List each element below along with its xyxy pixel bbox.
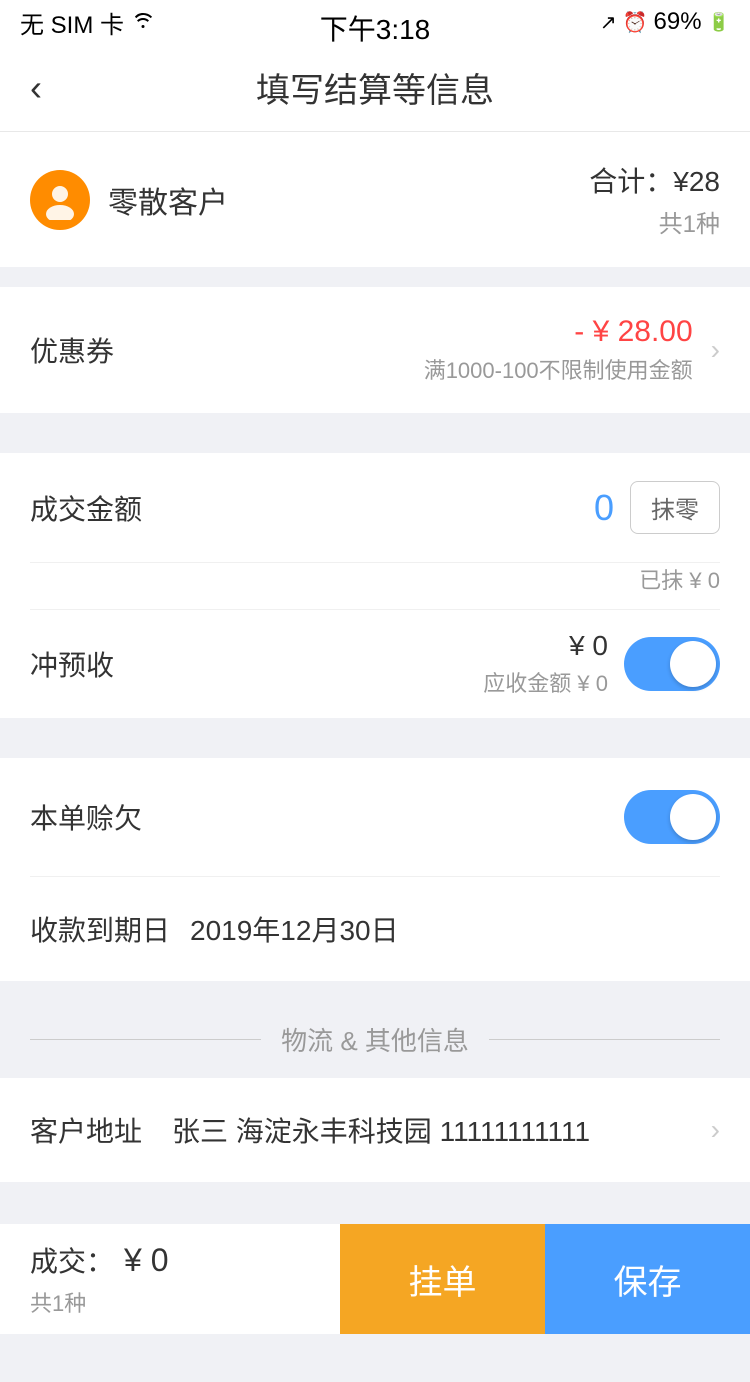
bottom-bar: 成交： ¥ 0 共1种 挂单 保存 [0, 1224, 750, 1334]
prepay-section: 冲预收 ¥ 0 应收金额 ¥ 0 [0, 609, 750, 718]
due-date-value: 2019年12月30日 [190, 909, 399, 949]
due-date-row: 收款到期日 2019年12月30日 [30, 876, 720, 981]
transaction-label: 成交金额 [30, 488, 142, 528]
round-button[interactable]: 抹零 [630, 481, 720, 534]
coupon-section[interactable]: 优惠券 - ¥ 28.00 满1000-100不限制使用金额 › [0, 287, 750, 413]
status-left: 无 SIM 卡 [20, 5, 154, 40]
total-count: 共1种 [589, 204, 720, 239]
debt-label: 本单赊欠 [30, 797, 142, 837]
avatar [30, 170, 90, 230]
coupon-desc: 满1000-100不限制使用金额 [424, 353, 693, 385]
address-chevron-icon: › [711, 1114, 720, 1146]
summary-amount: ¥ 0 [124, 1242, 168, 1279]
divider-line-left [30, 1039, 261, 1040]
status-time: 下午3:18 [320, 8, 431, 48]
prepay-toggle[interactable] [624, 637, 720, 691]
already-rounded: 已抹 ¥ 0 [30, 563, 720, 609]
toggle-knob [670, 641, 716, 687]
total-amount: 合计：¥28 [589, 160, 720, 200]
customer-info: 零散客户 [30, 170, 228, 230]
debt-toggle[interactable] [624, 790, 720, 844]
coupon-right: - ¥ 28.00 满1000-100不限制使用金额 › [424, 315, 720, 385]
summary-count: 共1种 [30, 1286, 310, 1318]
hold-button[interactable]: 挂单 [340, 1224, 545, 1334]
carrier-label: 无 SIM 卡 [20, 5, 124, 40]
debt-row: 本单赊欠 [30, 758, 720, 876]
coupon-discount: - ¥ 28.00 [424, 315, 693, 349]
due-date-section: 收款到期日 2019年12月30日 [0, 876, 750, 981]
divider-line-right [489, 1039, 720, 1040]
bottom-summary: 成交： ¥ 0 共1种 [0, 1240, 340, 1318]
summary-label: 成交： [30, 1240, 114, 1280]
customer-row: 零散客户 合计：¥28 共1种 [0, 132, 750, 267]
prepay-row: 冲预收 ¥ 0 应收金额 ¥ 0 [30, 609, 720, 718]
status-right: ↗ ⏰ 69% 🔋 [600, 8, 730, 36]
customer-total: 合计：¥28 共1种 [589, 160, 720, 239]
coupon-row[interactable]: 优惠券 - ¥ 28.00 满1000-100不限制使用金额 › [0, 287, 750, 413]
transaction-row: 成交金额 0 抹零 [30, 453, 720, 563]
logistics-text: 物流 & 其他信息 [281, 1021, 469, 1058]
logistics-divider: 物流 & 其他信息 [0, 1001, 750, 1078]
status-bar: 无 SIM 卡 下午3:18 ↗ ⏰ 69% 🔋 [0, 0, 750, 44]
address-label: 客户地址 [30, 1110, 142, 1150]
address-value: 张三 海淀永丰科技园 11111111111 [172, 1110, 703, 1150]
address-row[interactable]: 客户地址 张三 海淀永丰科技园 11111111111 › [30, 1078, 720, 1182]
prepay-amounts: ¥ 0 应收金额 ¥ 0 [483, 630, 608, 698]
prepay-label: 冲预收 [30, 644, 114, 684]
back-button[interactable]: ‹ [30, 67, 42, 109]
customer-section: 零散客户 合计：¥28 共1种 [0, 132, 750, 267]
debt-section: 本单赊欠 [0, 758, 750, 876]
due-date-label: 收款到期日 [30, 909, 170, 949]
save-button[interactable]: 保存 [545, 1224, 750, 1334]
wifi-icon [132, 8, 154, 36]
transaction-right: 0 抹零 [594, 481, 720, 534]
customer-name: 零散客户 [108, 178, 228, 222]
prepay-receivable: 应收金额 ¥ 0 [483, 666, 608, 698]
address-section: 客户地址 张三 海淀永丰科技园 11111111111 › [0, 1078, 750, 1182]
transaction-section: 成交金额 0 抹零 已抹 ¥ 0 [0, 453, 750, 609]
chevron-right-icon: › [711, 334, 720, 366]
gray-divider-1 [0, 433, 750, 453]
bottom-summary-main: 成交： ¥ 0 [30, 1240, 310, 1280]
battery-icon: 🔋 [708, 12, 730, 33]
location-icon: ↗ [600, 10, 617, 35]
coupon-info: - ¥ 28.00 满1000-100不限制使用金额 [424, 315, 693, 385]
prepay-right: ¥ 0 应收金额 ¥ 0 [483, 630, 720, 698]
transaction-value: 0 [594, 487, 614, 529]
debt-toggle-knob [670, 794, 716, 840]
coupon-label: 优惠券 [30, 330, 114, 370]
gray-divider-2 [0, 718, 750, 738]
alarm-icon: ⏰ [623, 10, 648, 35]
nav-title: 填写结算等信息 [256, 63, 494, 112]
prepay-amount: ¥ 0 [483, 630, 608, 662]
nav-bar: ‹ 填写结算等信息 [0, 44, 750, 132]
battery-label: 69% [654, 8, 702, 36]
